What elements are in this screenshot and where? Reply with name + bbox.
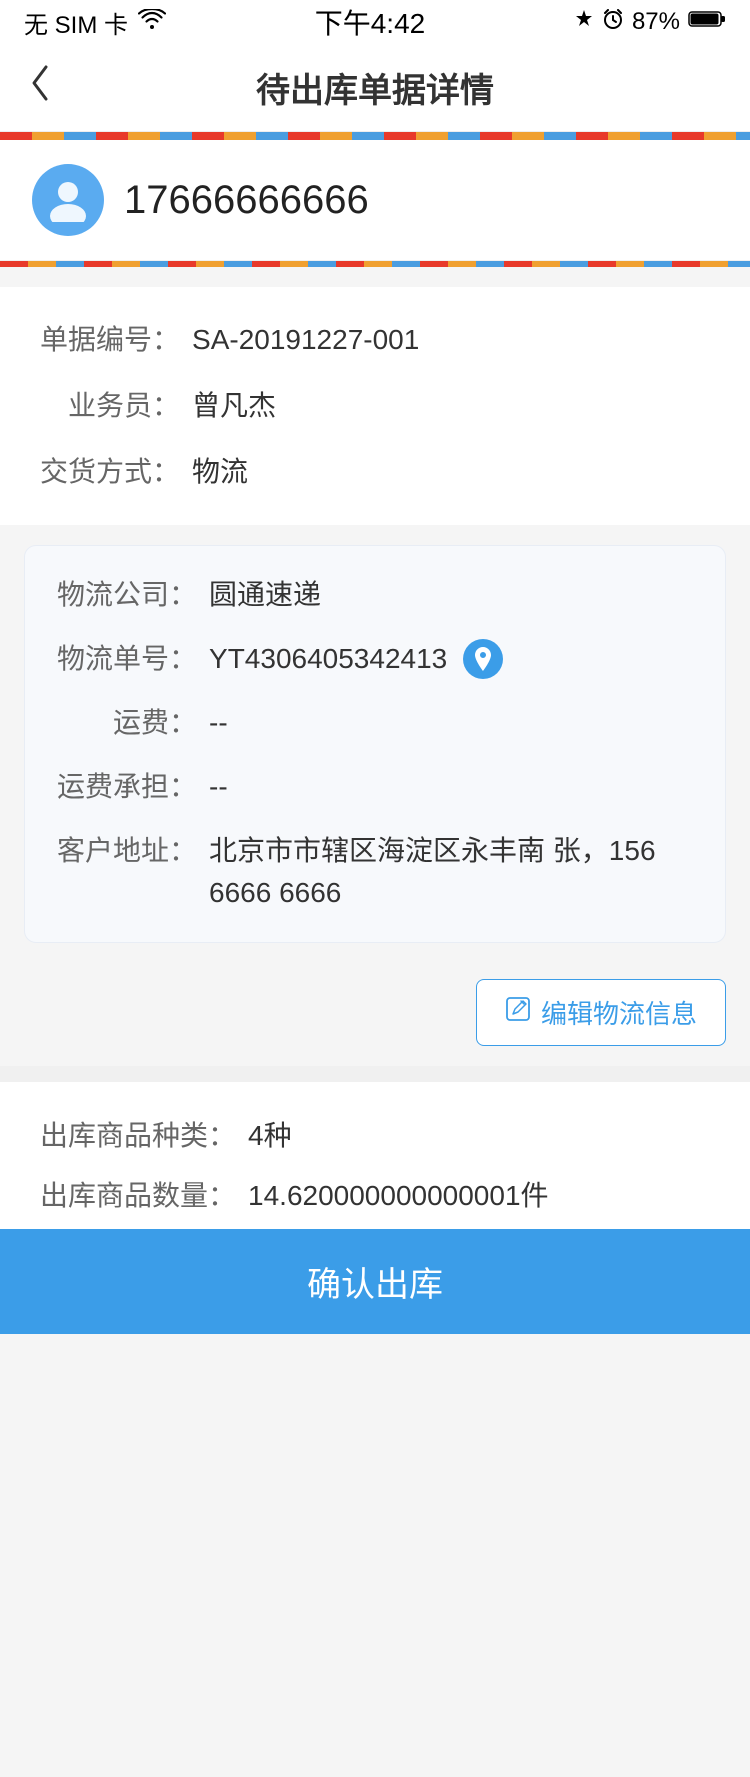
status-time: 下午4:42: [315, 2, 426, 42]
delivery-method-row: 交货方式： 物流: [40, 451, 710, 493]
document-no-value: SA-20191227-001: [192, 319, 710, 361]
address-label: 客户地址：: [57, 830, 197, 872]
freight-label: 运费：: [57, 702, 197, 744]
phone-header: 17666666666: [0, 140, 750, 261]
basic-info-section: 单据编号： SA-20191227-001 业务员： 曾凡杰 交货方式： 物流: [0, 287, 750, 525]
salesman-label: 业务员：: [40, 385, 180, 427]
tracking-value: YT4306405342413: [209, 638, 447, 680]
logistics-company-row: 物流公司： 圆通速递: [57, 574, 693, 616]
freight-value: --: [209, 702, 693, 744]
salesman-row: 业务员： 曾凡杰: [40, 385, 710, 427]
avatar: [32, 164, 104, 236]
empty-space: [0, 1357, 750, 1657]
logistics-card: 物流公司： 圆通速递 物流单号： YT4306405342413 运费： -- …: [24, 545, 726, 943]
delivery-method-value: 物流: [192, 451, 710, 493]
address-row: 客户地址： 北京市市辖区海淀区永丰南 张，156 6666 6666: [57, 830, 693, 914]
map-pin-icon[interactable]: [463, 639, 503, 679]
logistics-company-label: 物流公司：: [57, 574, 197, 616]
alarm-icon: [602, 8, 624, 36]
phone-number: 17666666666: [124, 178, 369, 223]
stripe-divider: [0, 132, 750, 140]
location-icon: [574, 8, 594, 36]
carrier-text: 无 SIM 卡: [24, 5, 128, 40]
page-title: 待出库单据详情: [256, 63, 494, 112]
status-right: 87%: [574, 8, 726, 36]
edit-logistics-button[interactable]: 编辑物流信息: [476, 979, 726, 1046]
goods-types-label: 出库商品种类：: [40, 1114, 236, 1154]
edit-icon: [505, 996, 531, 1029]
freight-bear-label: 运费承担：: [57, 766, 197, 808]
freight-bear-value: --: [209, 766, 693, 808]
tracking-value-wrap: YT4306405342413: [209, 638, 693, 680]
status-left: 无 SIM 卡: [24, 5, 166, 40]
color-stripe: [0, 261, 750, 267]
delivery-method-label: 交货方式：: [40, 451, 180, 493]
wifi-icon: [138, 8, 166, 36]
confirm-btn-wrap: 确认出库: [0, 1229, 750, 1334]
battery-icon: [688, 8, 726, 36]
goods-quantity-value: 14.620000000000001件: [248, 1174, 549, 1214]
logistics-company-value: 圆通速递: [209, 574, 693, 616]
document-no-label: 单据编号：: [40, 319, 180, 361]
status-bar: 无 SIM 卡 下午4:42: [0, 0, 750, 44]
section-divider: [0, 1066, 750, 1082]
confirm-outbound-button[interactable]: 确认出库: [0, 1257, 750, 1306]
battery-percent: 87%: [632, 8, 680, 36]
tracking-label: 物流单号：: [57, 638, 197, 680]
address-value: 北京市市辖区海淀区永丰南 张，156 6666 6666: [209, 830, 693, 914]
goods-quantity-row: 出库商品数量： 14.620000000000001件: [40, 1174, 710, 1214]
nav-bar: 待出库单据详情: [0, 44, 750, 132]
freight-bear-row: 运费承担： --: [57, 766, 693, 808]
goods-quantity-label: 出库商品数量：: [40, 1174, 236, 1214]
tracking-row: 物流单号： YT4306405342413: [57, 638, 693, 680]
edit-logistics-label: 编辑物流信息: [541, 994, 697, 1031]
goods-types-row: 出库商品种类： 4种: [40, 1114, 710, 1154]
goods-types-value: 4种: [248, 1114, 292, 1154]
salesman-value: 曾凡杰: [192, 385, 710, 427]
back-button[interactable]: [28, 63, 52, 113]
freight-row: 运费： --: [57, 702, 693, 744]
edit-btn-row: 编辑物流信息: [0, 963, 750, 1066]
document-no-row: 单据编号： SA-20191227-001: [40, 319, 710, 361]
